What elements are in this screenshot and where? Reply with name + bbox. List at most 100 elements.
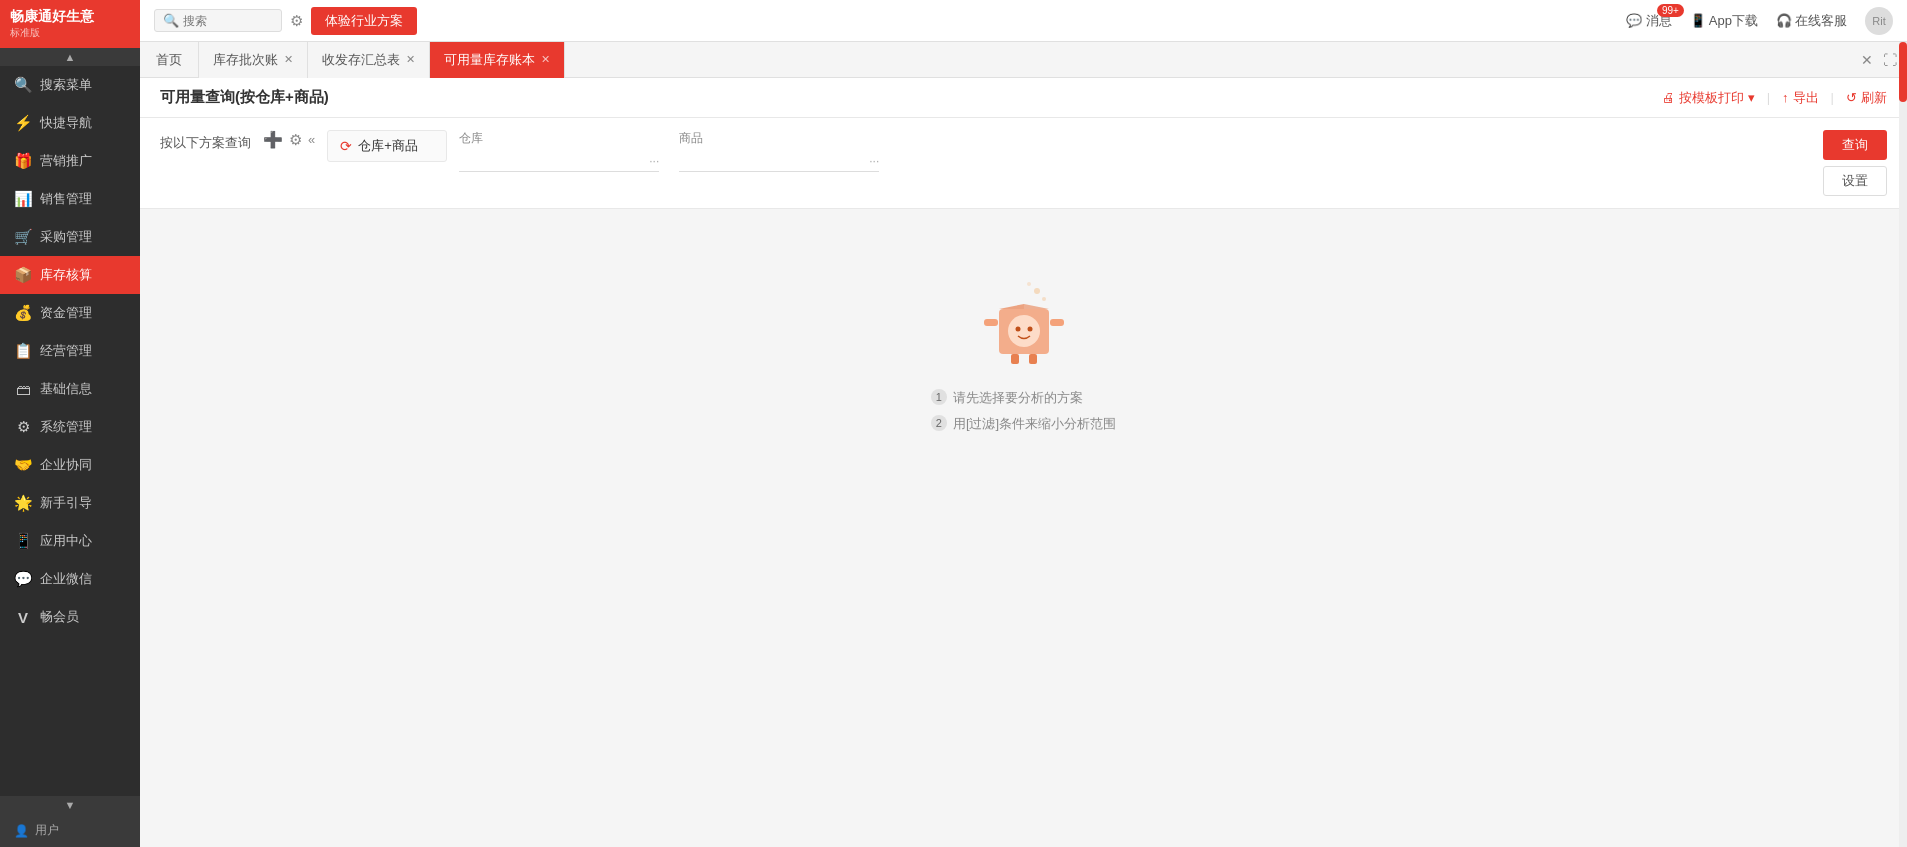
tab-available[interactable]: 可用量库存账本 ✕	[430, 42, 565, 78]
query-button[interactable]: 查询	[1823, 130, 1887, 160]
scheme-icon: ⟳	[340, 138, 352, 154]
tab-summary[interactable]: 收发存汇总表 ✕	[308, 42, 430, 78]
empty-hint-1: 1 请先选择要分析的方案	[931, 389, 1116, 407]
refresh-btn[interactable]: ↺ 刷新	[1846, 89, 1887, 107]
svg-point-12	[1027, 282, 1031, 286]
filter-add-btn[interactable]: ➕	[263, 130, 283, 149]
warehouse-input[interactable]	[459, 153, 645, 168]
print-btn[interactable]: 🖨 按模板打印 ▾	[1662, 89, 1755, 107]
app-name: 畅康通好生意	[10, 8, 94, 26]
scheme-warehouse-product[interactable]: ⟳ 仓库+商品	[328, 131, 446, 161]
sidebar-item-label: 基础信息	[40, 380, 92, 398]
sidebar-item-wechat[interactable]: 💬 企业微信	[0, 560, 140, 598]
close-tab-icon[interactable]: ✕	[1861, 52, 1873, 68]
wechat-icon: 💬	[14, 570, 32, 588]
sidebar-item-label: 系统管理	[40, 418, 92, 436]
main-content: 🔍 ⚙ 体验行业方案 💬 消息 99+ 📱 App下载 🎧 在线客服 Rit	[140, 0, 1907, 847]
messages-btn[interactable]: 💬 消息 99+	[1626, 12, 1672, 30]
setting-button[interactable]: 设置	[1823, 166, 1887, 196]
sidebar-item-system[interactable]: ⚙ 系统管理	[0, 408, 140, 446]
app-version: 标准版	[10, 26, 40, 40]
sidebar-scroll-up[interactable]: ▲	[0, 48, 140, 66]
content-area: 可用量查询(按仓库+商品) 🖨 按模板打印 ▾ | ↑ 导出 | ↺ 刷新	[140, 78, 1907, 847]
empty-hints: 1 请先选择要分析的方案 2 用[过滤]条件来缩小分析范围	[931, 389, 1116, 433]
sidebar-item-label: 销售管理	[40, 190, 92, 208]
product-input-wrap[interactable]: ···	[679, 150, 879, 172]
sidebar-item-appstore[interactable]: 📱 应用中心	[0, 522, 140, 560]
search-box[interactable]: 🔍	[154, 9, 282, 32]
tab-batch-close[interactable]: ✕	[284, 53, 293, 66]
sidebar-nav: 🔍 搜索菜单 ⚡ 快捷导航 🎁 营销推广 📊 销售管理 🛒 采购管理 📦 库存核…	[0, 66, 140, 796]
warehouse-more-icon[interactable]: ···	[649, 154, 659, 168]
tab-available-label: 可用量库存账本	[444, 51, 535, 69]
sidebar-item-shortcut[interactable]: ⚡ 快捷导航	[0, 104, 140, 142]
industry-btn[interactable]: 体验行业方案	[311, 7, 417, 35]
sidebar-item-label: 畅会员	[40, 608, 79, 626]
page-actions: 🖨 按模板打印 ▾ | ↑ 导出 | ↺ 刷新	[1662, 89, 1887, 107]
filter-panel: 按以下方案查询 ➕ ⚙ « ⟳ 仓库+商品 仓库 ···	[140, 118, 1907, 209]
appstore-icon: 📱	[14, 532, 32, 550]
sidebar-item-guide[interactable]: 🌟 新手引导	[0, 484, 140, 522]
sidebar-item-label: 企业微信	[40, 570, 92, 588]
inventory-icon: 📦	[14, 266, 32, 284]
sidebar-user-area[interactable]: 👤 用户	[0, 814, 140, 847]
expand-icon[interactable]: ⛶	[1883, 52, 1897, 68]
filter-field-warehouse: 仓库 ···	[459, 130, 659, 172]
system-icon: ⚙	[14, 418, 32, 436]
sidebar-item-finance[interactable]: 💰 资金管理	[0, 294, 140, 332]
filter-collapse-btn[interactable]: «	[308, 132, 315, 147]
export-btn[interactable]: ↑ 导出	[1782, 89, 1819, 107]
print-chevron-icon[interactable]: ▾	[1748, 90, 1755, 105]
message-icon: 💬	[1626, 13, 1642, 28]
sidebar-item-inventory[interactable]: 📦 库存核算	[0, 256, 140, 294]
shortcut-icon: ⚡	[14, 114, 32, 132]
sidebar-scroll-down[interactable]: ▼	[0, 796, 140, 814]
sidebar-item-label: 新手引导	[40, 494, 92, 512]
warehouse-input-wrap[interactable]: ···	[459, 150, 659, 172]
filter-right: 查询 设置	[1823, 130, 1887, 196]
tab-home[interactable]: 首页	[140, 42, 199, 78]
tab-batch[interactable]: 库存批次账 ✕	[199, 42, 308, 78]
svg-point-3	[1008, 315, 1040, 347]
user-avatar[interactable]: Rit	[1865, 7, 1893, 35]
hint-text-2: 用[过滤]条件来缩小分析范围	[953, 415, 1116, 433]
tabs-bar: 首页 库存批次账 ✕ 收发存汇总表 ✕ 可用量库存账本 ✕ ✕ ⛶	[140, 42, 1907, 78]
gear-icon[interactable]: ⚙	[290, 12, 303, 30]
search-input[interactable]	[183, 14, 273, 28]
sidebar-item-operations[interactable]: 📋 经营管理	[0, 332, 140, 370]
app-logo: 畅康通好生意 标准版	[0, 0, 140, 48]
tab-summary-close[interactable]: ✕	[406, 53, 415, 66]
filter-setting-btn[interactable]: ⚙	[289, 131, 302, 149]
divider2: |	[1831, 90, 1834, 105]
avatar-text: Rit	[1872, 15, 1885, 27]
sidebar-item-member[interactable]: V 畅会员	[0, 598, 140, 636]
sidebar-item-purchase[interactable]: 🛒 采购管理	[0, 218, 140, 256]
service-label: 在线客服	[1795, 12, 1847, 30]
service-btn[interactable]: 🎧 在线客服	[1776, 12, 1847, 30]
sidebar-item-search[interactable]: 🔍 搜索菜单	[0, 66, 140, 104]
tab-available-close[interactable]: ✕	[541, 53, 550, 66]
headset-icon: 🎧	[1776, 13, 1792, 28]
sidebar-item-label: 库存核算	[40, 266, 92, 284]
product-more-icon[interactable]: ···	[869, 154, 879, 168]
sidebar: 畅康通好生意 标准版 ▲ 🔍 搜索菜单 ⚡ 快捷导航 🎁 营销推广 📊 销售管理…	[0, 0, 140, 847]
sidebar-item-sales[interactable]: 📊 销售管理	[0, 180, 140, 218]
svg-rect-7	[1029, 354, 1037, 364]
right-scrollbar[interactable]	[1899, 42, 1907, 847]
app-download-label: App下载	[1709, 12, 1758, 30]
member-icon: V	[14, 609, 32, 626]
filter-fields: 仓库 ··· 商品 ···	[459, 130, 1811, 172]
finance-icon: 💰	[14, 304, 32, 322]
sidebar-item-basic[interactable]: 🗃 基础信息	[0, 370, 140, 408]
search-icon: 🔍	[163, 13, 179, 28]
app-download-btn[interactable]: 📱 App下载	[1690, 12, 1758, 30]
sidebar-item-cooperation[interactable]: 🤝 企业协同	[0, 446, 140, 484]
user-name-label: 用户	[35, 822, 59, 839]
marketing-icon: 🎁	[14, 152, 32, 170]
guide-icon: 🌟	[14, 494, 32, 512]
svg-point-4	[1015, 327, 1020, 332]
sidebar-item-marketing[interactable]: 🎁 营销推广	[0, 142, 140, 180]
product-input[interactable]	[679, 153, 865, 168]
cooperation-icon: 🤝	[14, 456, 32, 474]
svg-point-11	[1042, 297, 1046, 301]
